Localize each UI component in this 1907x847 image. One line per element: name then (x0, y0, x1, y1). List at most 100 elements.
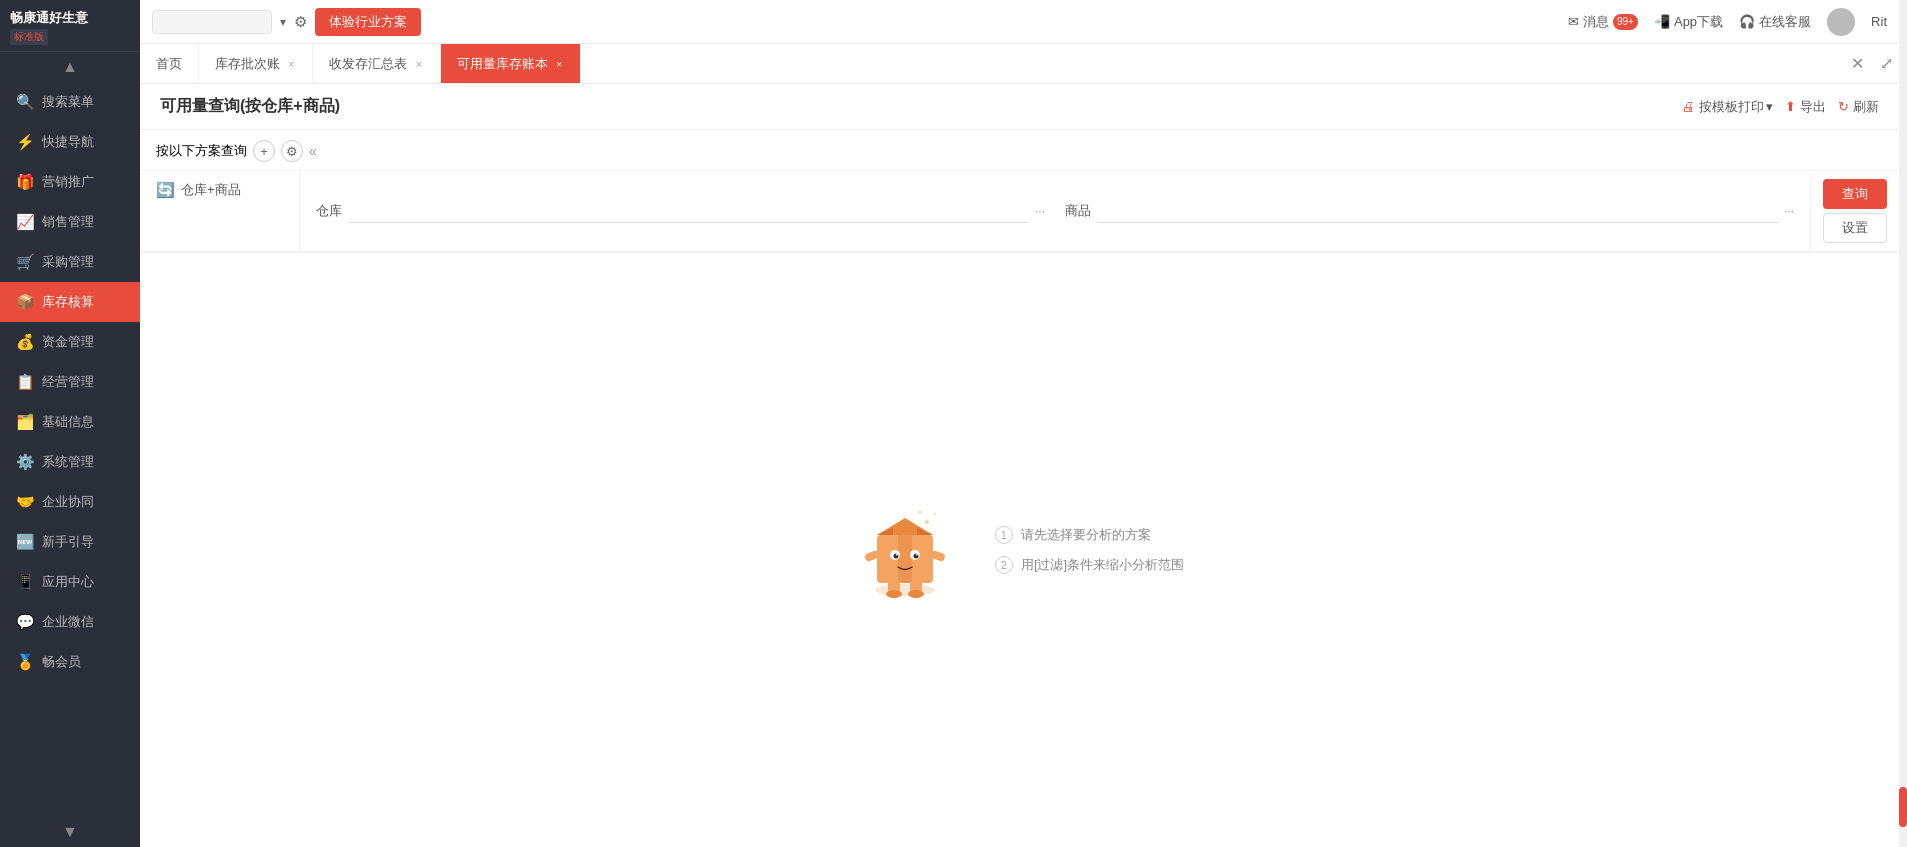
tab-recv-summary[interactable]: 收发存汇总表 × (313, 44, 440, 83)
query-scheme-settings-button[interactable]: ⚙ (281, 140, 303, 162)
topbar-gear-btn[interactable]: ⚙ (294, 13, 307, 31)
scheme-icon: 🔄 (156, 181, 175, 199)
newguide-icon: 🆕 (16, 533, 34, 551)
sidebar-scroll-down[interactable]: ▼ (0, 817, 140, 847)
sidebar-item-newguide[interactable]: 🆕 新手引导 (0, 522, 140, 562)
page-header: 可用量查询(按仓库+商品) 🖨 按模板打印 ▾ ⬆ 导出 ↻ 刷新 (140, 84, 1899, 130)
query-fields: 仓库 ··· 商品 ··· (300, 171, 1810, 251)
refresh-label: 刷新 (1853, 98, 1879, 116)
tab-available-ledger-close[interactable]: × (554, 56, 564, 72)
sidebar-item-shortcut[interactable]: ⚡ 快捷导航 (0, 122, 140, 162)
tab-close-all-btn[interactable]: ✕ (1841, 54, 1874, 73)
query-collapse-button[interactable]: « (309, 143, 317, 159)
tip-num-2: 2 (995, 556, 1013, 574)
sidebar-item-label: 新手引导 (42, 533, 94, 551)
message-icon: ✉ (1568, 14, 1579, 29)
sidebar-item-system[interactable]: ⚙️ 系统管理 (0, 442, 140, 482)
sidebar-item-label: 经营管理 (42, 373, 94, 391)
online-service-label: 在线客服 (1759, 13, 1811, 31)
warehouse-input[interactable] (348, 199, 1029, 223)
finance-icon: 💰 (16, 333, 34, 351)
industry-solution-button[interactable]: 体验行业方案 (315, 8, 421, 36)
query-add-button[interactable]: + (253, 140, 275, 162)
page-title: 可用量查询(按仓库+商品) (160, 96, 340, 117)
settings-button[interactable]: 设置 (1823, 213, 1887, 243)
appcenter-icon: 📱 (16, 573, 34, 591)
sidebar-item-wechat[interactable]: 💬 企业微信 (0, 602, 140, 642)
online-service-button[interactable]: 🎧 在线客服 (1739, 13, 1811, 31)
svg-point-20 (918, 511, 921, 514)
logo-sub: 标准版 (10, 29, 48, 45)
sidebar-item-inventory[interactable]: 📦 库存核算 (0, 282, 140, 322)
product-more-button[interactable]: ··· (1784, 204, 1794, 218)
sidebar-item-label: 企业协同 (42, 493, 94, 511)
page-actions: 🖨 按模板打印 ▾ ⬆ 导出 ↻ 刷新 (1682, 98, 1879, 116)
template-print-button[interactable]: 🖨 按模板打印 (1682, 98, 1764, 116)
sidebar-item-label: 库存核算 (42, 293, 94, 311)
svg-point-11 (916, 554, 918, 556)
refresh-icon: ↻ (1838, 99, 1849, 114)
sidebar-item-label: 销售管理 (42, 213, 94, 231)
avatar (1827, 8, 1855, 36)
svg-point-18 (925, 520, 929, 524)
username[interactable]: Rit (1871, 14, 1887, 29)
query-header: 按以下方案查询 + ⚙ « (140, 130, 1899, 171)
wechat-icon: 💬 (16, 613, 34, 631)
tab-available-ledger[interactable]: 可用量库存账本 × (441, 44, 581, 83)
app-download-label: App下载 (1674, 13, 1723, 31)
template-print-label: 按模板打印 (1699, 98, 1764, 116)
sidebar-item-label: 企业微信 (42, 613, 94, 631)
sidebar-item-marketing[interactable]: 🎁 营销推广 (0, 162, 140, 202)
warehouse-more-button[interactable]: ··· (1035, 204, 1045, 218)
query-button[interactable]: 查询 (1823, 179, 1887, 209)
sidebar-item-enterprise[interactable]: 🤝 企业协同 (0, 482, 140, 522)
sidebar-item-member[interactable]: 🏅 畅会员 (0, 642, 140, 682)
refresh-button[interactable]: ↻ 刷新 (1838, 98, 1879, 116)
system-icon: ⚙️ (16, 453, 34, 471)
scheme-item-label: 仓库+商品 (181, 181, 241, 199)
query-header-label: 按以下方案查询 (156, 142, 247, 160)
online-service-icon: 🎧 (1739, 14, 1755, 29)
topbar: ▾ ⚙ 体验行业方案 ✉ 消息 99+ 📲 App下载 🎧 在线客服 Rit (140, 0, 1899, 44)
message-button[interactable]: ✉ 消息 99+ (1568, 13, 1638, 31)
tabbar: 首页 库存批次账 × 收发存汇总表 × 可用量库存账本 × ✕ ⤢ (140, 44, 1899, 84)
tab-batch-ledger-label: 库存批次账 (215, 55, 280, 73)
export-button[interactable]: ⬆ 导出 (1785, 98, 1826, 116)
app-download-button[interactable]: 📲 App下载 (1654, 13, 1723, 31)
sidebar-item-purchase[interactable]: 🛒 采购管理 (0, 242, 140, 282)
empty-content: 1 请先选择要分析的方案 2 用[过滤]条件来缩小分析范围 (855, 500, 1184, 600)
sidebar-item-search[interactable]: 🔍 搜索菜单 (0, 82, 140, 122)
sidebar-item-basic[interactable]: 🗂️ 基础信息 (0, 402, 140, 442)
main-content: ▾ ⚙ 体验行业方案 ✉ 消息 99+ 📲 App下载 🎧 在线客服 Rit 首… (140, 0, 1899, 847)
right-scrollbar[interactable] (1899, 0, 1907, 847)
tab-expand-btn[interactable]: ⤢ (1874, 54, 1899, 73)
product-field: 商品 ··· (1065, 199, 1794, 223)
sidebar-item-sales[interactable]: 📈 销售管理 (0, 202, 140, 242)
tab-batch-ledger-close[interactable]: × (286, 56, 296, 72)
warehouse-field-label: 仓库 (316, 202, 342, 220)
sales-icon: 📈 (16, 213, 34, 231)
tip-item-2: 2 用[过滤]条件来缩小分析范围 (995, 556, 1184, 574)
tab-home[interactable]: 首页 (140, 44, 199, 83)
sidebar-item-label: 资金管理 (42, 333, 94, 351)
sidebar-item-finance[interactable]: 💰 资金管理 (0, 322, 140, 362)
print-icon: 🖨 (1682, 99, 1695, 114)
product-input[interactable] (1097, 199, 1778, 223)
svg-point-0 (875, 584, 935, 596)
sidebar-scroll-up[interactable]: ▲ (0, 52, 140, 82)
query-right-actions: 查询 设置 (1810, 171, 1899, 251)
sidebar-item-label: 应用中心 (42, 573, 94, 591)
topbar-dropdown-btn[interactable]: ▾ (280, 15, 286, 29)
template-print-dropdown-arrow[interactable]: ▾ (1766, 99, 1773, 114)
scheme-item-warehouse-product[interactable]: 🔄 仓库+商品 (140, 171, 299, 209)
message-label: 消息 (1583, 13, 1609, 31)
app-download-icon: 📲 (1654, 14, 1670, 29)
inventory-icon: 📦 (16, 293, 34, 311)
tab-recv-summary-close[interactable]: × (413, 56, 423, 72)
tab-batch-ledger[interactable]: 库存批次账 × (199, 44, 313, 83)
sidebar: 畅康通好生意 标准版 ▲ 🔍 搜索菜单 ⚡ 快捷导航 🎁 营销推广 📈 销售管理… (0, 0, 140, 847)
topbar-search-input[interactable] (152, 10, 272, 34)
svg-point-19 (934, 513, 936, 515)
sidebar-item-appcenter[interactable]: 📱 应用中心 (0, 562, 140, 602)
sidebar-item-operation[interactable]: 📋 经营管理 (0, 362, 140, 402)
